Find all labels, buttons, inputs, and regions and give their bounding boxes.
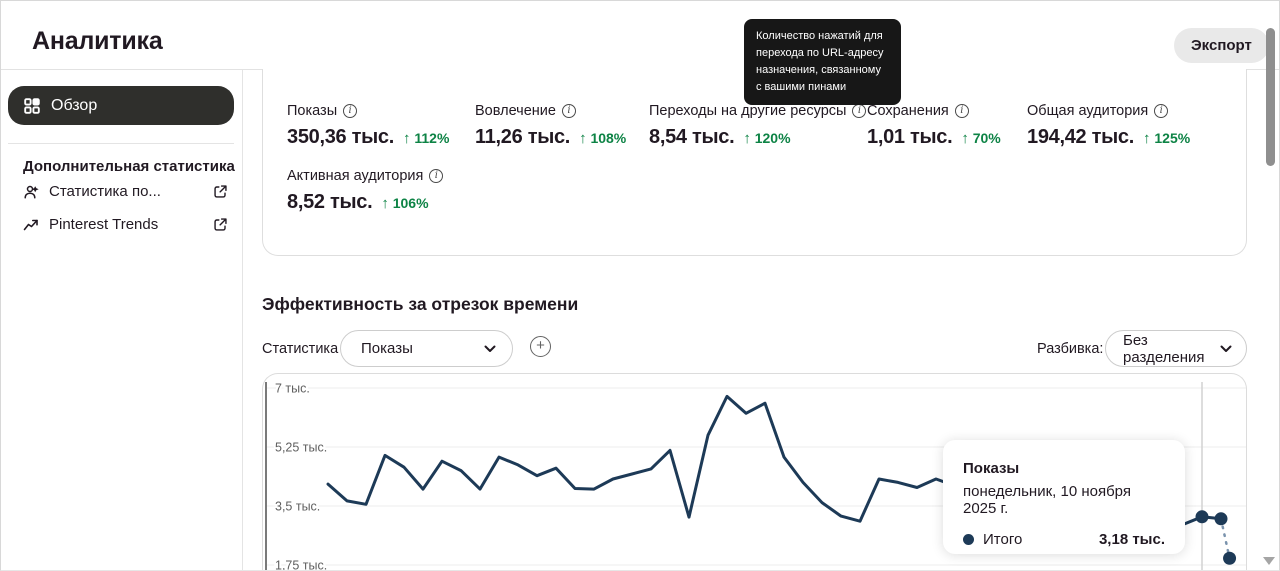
stat-delta: ↑ 125%	[1142, 130, 1191, 147]
stat-outbound-clicks: Переходы на другие ресурсы i 8,54 тыс. ↑ 1…	[649, 103, 867, 149]
stat-total-audience: Общая аудитория i 194,42 тыс. ↑ 125%	[1027, 103, 1190, 149]
sidebar: Обзор Дополнительная статистика Статисти…	[0, 70, 243, 571]
info-icon[interactable]: i	[1154, 104, 1169, 118]
chart-tooltip-value: 3,18 тыс.	[1098, 531, 1165, 548]
scrollbar-down-arrow-icon[interactable]	[1263, 557, 1275, 565]
info-icon[interactable]: i	[561, 104, 576, 118]
sidebar-link-label: Статистика по...	[49, 183, 161, 200]
chart-tooltip-series: Итого	[983, 531, 1023, 548]
add-metric-button[interactable]: +	[530, 336, 551, 357]
stat-value: 11,26 тыс.	[475, 126, 571, 148]
sidebar-item-overview[interactable]: Обзор	[8, 86, 234, 125]
arrow-up-icon: ↑	[402, 130, 411, 147]
arrow-up-icon: ↑	[579, 130, 587, 147]
sidebar-section-heading: Дополнительная статистика	[23, 158, 235, 175]
statistic-select-value: Показы	[361, 340, 413, 357]
svg-text:1,75 тыс.: 1,75 тыс.	[275, 559, 327, 571]
stat-label: Вовлечение	[475, 103, 556, 119]
chart-tooltip-date: понедельник, 10 ноября 2025 г.	[963, 483, 1131, 517]
metric-info-tooltip: Количество нажатий для перехода по URL-а…	[744, 19, 901, 106]
stat-label: Переходы на другие ресурсы	[649, 103, 847, 119]
stat-saves: Сохранения i 1,01 тыс. ↑ 70%	[867, 103, 1001, 149]
chart-hover-tooltip: Показы понедельник, 10 ноября 2025 г. Ит…	[943, 440, 1185, 554]
sidebar-item-audience-stats[interactable]: Статистика по...	[23, 175, 228, 208]
chart-tooltip-metric: Показы	[963, 460, 1020, 477]
stat-value: 350,36 тыс.	[287, 126, 394, 148]
info-icon[interactable]: i	[429, 169, 444, 183]
series-dot-icon	[963, 534, 974, 545]
stat-value: 194,42 тыс.	[1027, 126, 1134, 148]
sidebar-link-label: Pinterest Trends	[49, 216, 159, 233]
stat-label: Общая аудитория	[1027, 103, 1149, 119]
sidebar-item-pinterest-trends[interactable]: Pinterest Trends	[23, 208, 228, 241]
sidebar-divider	[8, 143, 234, 144]
svg-text:3,5 тыс.: 3,5 тыс.	[275, 500, 320, 514]
arrow-up-icon: ↑	[381, 195, 389, 212]
svg-text:5,25 тыс.: 5,25 тыс.	[275, 441, 327, 455]
stat-label: Показы	[287, 103, 338, 119]
stat-delta: ↑ 120%	[743, 130, 791, 147]
sidebar-item-label: Обзор	[51, 96, 98, 114]
stat-delta: ↑ 106%	[381, 195, 429, 212]
stat-delta: ↑ 112%	[402, 130, 450, 147]
stat-label: Активная аудитория	[287, 168, 424, 184]
stat-value: 1,01 тыс.	[867, 126, 953, 148]
stat-delta: ↑ 70%	[961, 130, 1001, 147]
dashboard-grid-icon	[24, 97, 40, 114]
chevron-down-icon	[1220, 345, 1232, 353]
export-button[interactable]: Экспорт	[1174, 28, 1269, 63]
info-icon[interactable]: i	[954, 104, 969, 118]
stat-value: 8,54 тыс.	[649, 126, 735, 148]
statistic-select[interactable]: Показы	[340, 330, 513, 367]
split-select[interactable]: Без разделения	[1105, 330, 1247, 367]
stat-delta: ↑ 108%	[579, 130, 627, 147]
page-title: Аналитика	[32, 27, 163, 55]
svg-text:7 тыс.: 7 тыс.	[275, 382, 310, 396]
stat-label: Сохранения	[867, 103, 949, 119]
split-select-label: Разбивка:	[1037, 341, 1104, 357]
info-icon[interactable]: i	[852, 104, 867, 118]
chart-tooltip-row: Итого 3,18 тыс.	[963, 531, 1165, 548]
stat-value: 8,52 тыс.	[287, 191, 373, 213]
scrollbar-thumb[interactable]	[1266, 28, 1275, 166]
stat-impressions: Показы i 350,36 тыс. ↑ 112%	[287, 103, 449, 149]
external-link-icon	[213, 184, 228, 199]
statistic-select-label: Статистика	[262, 341, 339, 357]
info-icon[interactable]: i	[343, 104, 358, 118]
chevron-down-icon	[484, 345, 496, 353]
stat-engagement: Вовлечение i 11,26 тыс. ↑ 108%	[475, 103, 626, 149]
section-title-performance: Эффективность за отрезок времени	[262, 294, 579, 314]
arrow-up-icon: ↑	[743, 130, 751, 147]
split-select-value: Без разделения	[1123, 331, 1205, 366]
arrow-up-icon: ↑	[1142, 130, 1151, 147]
arrow-up-icon: ↑	[961, 130, 969, 147]
stat-engaged-audience: Активная аудитория i 8,52 тыс. ↑ 106%	[287, 168, 444, 214]
external-link-icon	[213, 217, 228, 232]
audience-icon	[23, 184, 39, 200]
trend-icon	[23, 217, 39, 233]
